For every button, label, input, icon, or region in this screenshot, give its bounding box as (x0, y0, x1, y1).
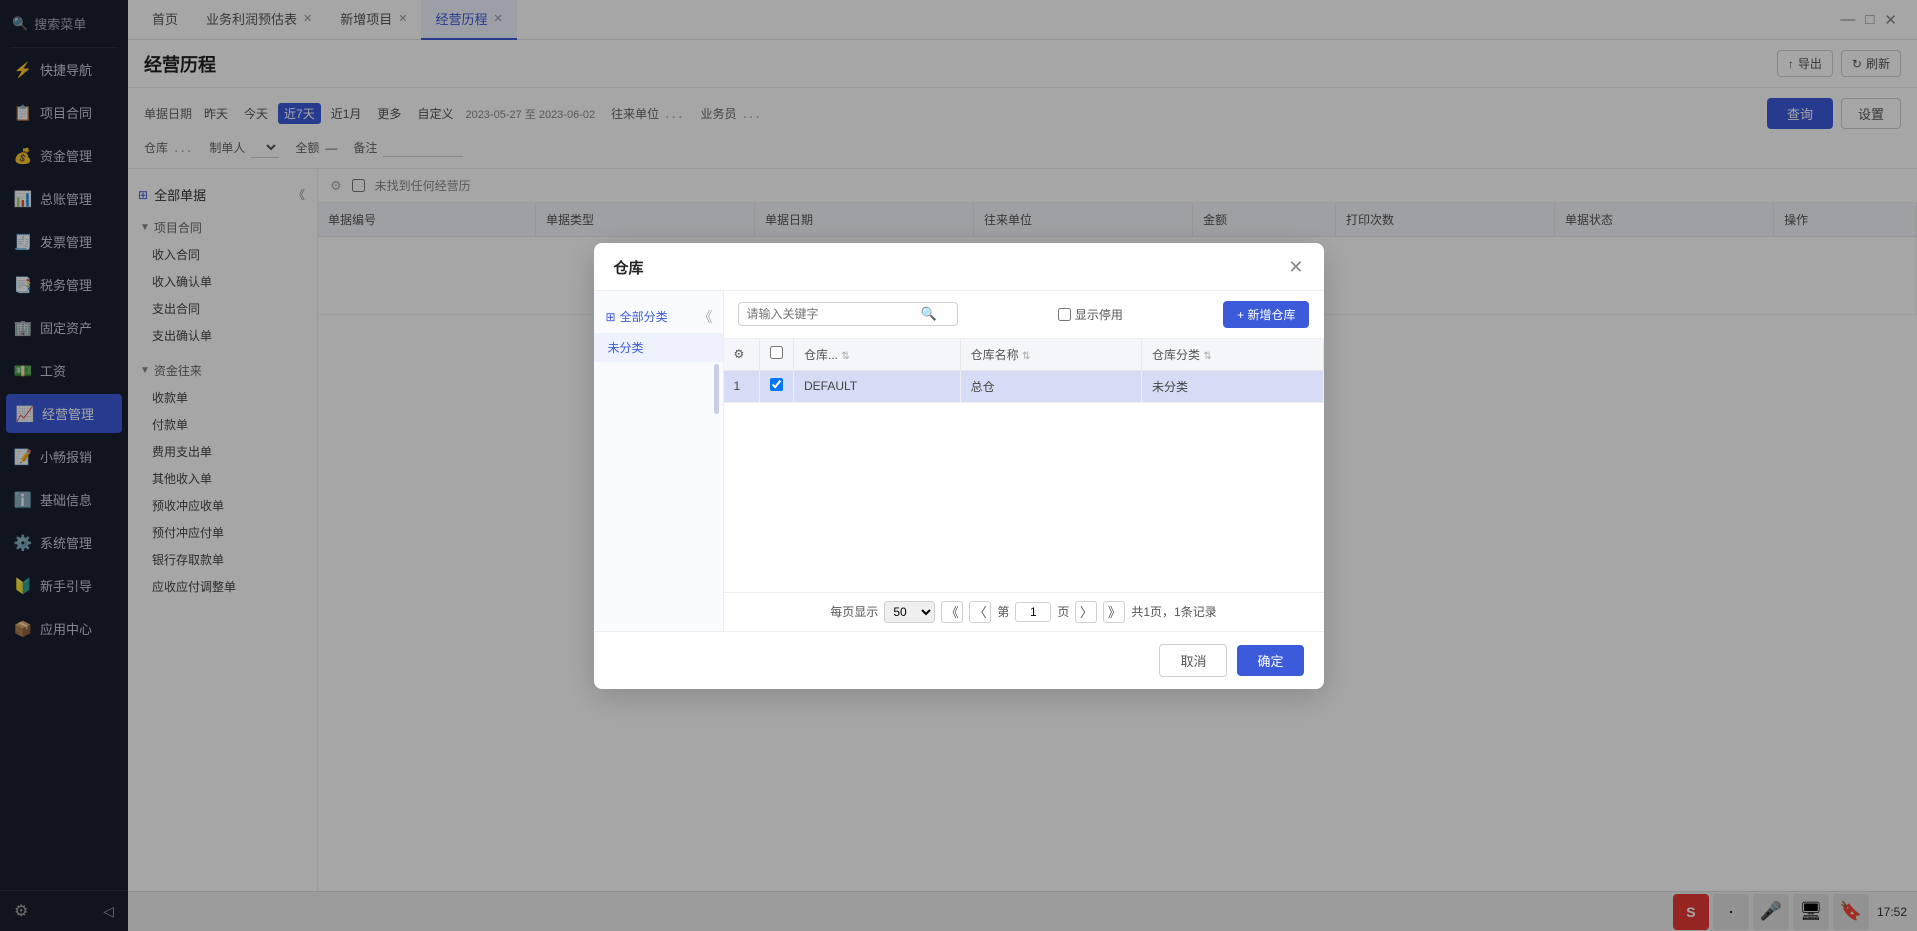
modal-table-wrapper: ⚙ 仓库... ⇅ 仓库名称 ⇅ (724, 339, 1324, 592)
row-category: 未分类 (1142, 370, 1323, 402)
all-category-wrapper: ⊞ 全部分类 (606, 308, 668, 325)
modal-search-icon: 🔍 (921, 306, 937, 322)
show-disabled-label[interactable]: 显示停用 (1058, 306, 1123, 323)
modal-pagination: 每页显示 50 10 20 100 《 〈 第 页 〉 》 共1页，1条记录 (724, 592, 1324, 631)
modal-close-button[interactable]: ✕ (1288, 257, 1303, 278)
modal-search-input[interactable] (747, 307, 917, 321)
modal-left-uncategorized[interactable]: 未分类 (594, 333, 723, 362)
modal-per-page-label: 每页显示 (830, 603, 878, 620)
modal-next-btn[interactable]: 〉 (1075, 601, 1097, 623)
row-checkbox[interactable] (770, 378, 783, 391)
modal-left-panel: ⊞ 全部分类 《 未分类 (594, 291, 724, 631)
modal-prev-btn[interactable]: 〈 (969, 601, 991, 623)
modal-table-header-row: ⚙ 仓库... ⇅ 仓库名称 ⇅ (724, 339, 1324, 371)
modal-first-btn[interactable]: 《 (941, 601, 963, 623)
modal-header: 仓库 ✕ (594, 243, 1324, 291)
row-code: DEFAULT (794, 370, 961, 402)
modal-body: ⊞ 全部分类 《 未分类 🔍 显示停用 (594, 291, 1324, 631)
th-warehouse-name: 仓库名称 ⇅ (960, 339, 1141, 371)
row-index: 1 (724, 370, 760, 402)
modal-table: ⚙ 仓库... ⇅ 仓库名称 ⇅ (724, 339, 1324, 403)
modal-left-header: ⊞ 全部分类 《 (594, 301, 723, 333)
row-name: 总仓 (960, 370, 1141, 402)
modal-total-info: 共1页，1条记录 (1131, 603, 1216, 620)
th-warehouse-code: 仓库... ⇅ (794, 339, 961, 371)
th-checkbox (760, 339, 794, 371)
sort-icon: ⇅ (1022, 351, 1030, 362)
show-disabled-text: 显示停用 (1075, 306, 1123, 323)
modal-search-wrapper: 🔍 (738, 302, 958, 326)
th-warehouse-category: 仓库分类 ⇅ (1142, 339, 1323, 371)
modal-left-scrollbar[interactable] (714, 364, 719, 414)
modal-select-all[interactable] (770, 346, 783, 359)
modal-left-scroll-area (594, 362, 723, 621)
confirm-button[interactable]: 确定 (1237, 645, 1303, 676)
all-category-label[interactable]: 全部分类 (620, 308, 668, 325)
modal-footer: 取消 确定 (594, 631, 1324, 689)
show-disabled-checkbox[interactable] (1058, 308, 1071, 321)
modal-right-toolbar: 🔍 显示停用 + 新增仓库 (724, 291, 1324, 339)
modal-left-collapse[interactable]: 《 (699, 307, 713, 327)
row-checkbox-cell (760, 370, 794, 402)
settings-col-icon[interactable]: ⚙ (734, 347, 745, 361)
modal-right-panel: 🔍 显示停用 + 新增仓库 ⚙ (724, 291, 1324, 631)
sort-icon: ⇅ (841, 351, 849, 362)
modal-page-suffix: 页 (1057, 603, 1069, 620)
modal-page-input[interactable] (1015, 602, 1051, 622)
modal-page-label: 第 (997, 603, 1009, 620)
add-warehouse-button[interactable]: + 新增仓库 (1223, 301, 1309, 328)
th-settings: ⚙ (724, 339, 760, 371)
modal-last-btn[interactable]: 》 (1103, 601, 1125, 623)
modal-per-page-select[interactable]: 50 10 20 100 (884, 601, 935, 623)
modal-title: 仓库 (614, 257, 644, 278)
sort-icon: ⇅ (1203, 351, 1211, 362)
warehouse-modal: 仓库 ✕ ⊞ 全部分类 《 未分类 🔍 (594, 243, 1324, 689)
modal-table-row[interactable]: 1 DEFAULT 总仓 未分类 (724, 370, 1324, 402)
cancel-button[interactable]: 取消 (1159, 644, 1227, 677)
all-category-icon: ⊞ (606, 310, 616, 324)
